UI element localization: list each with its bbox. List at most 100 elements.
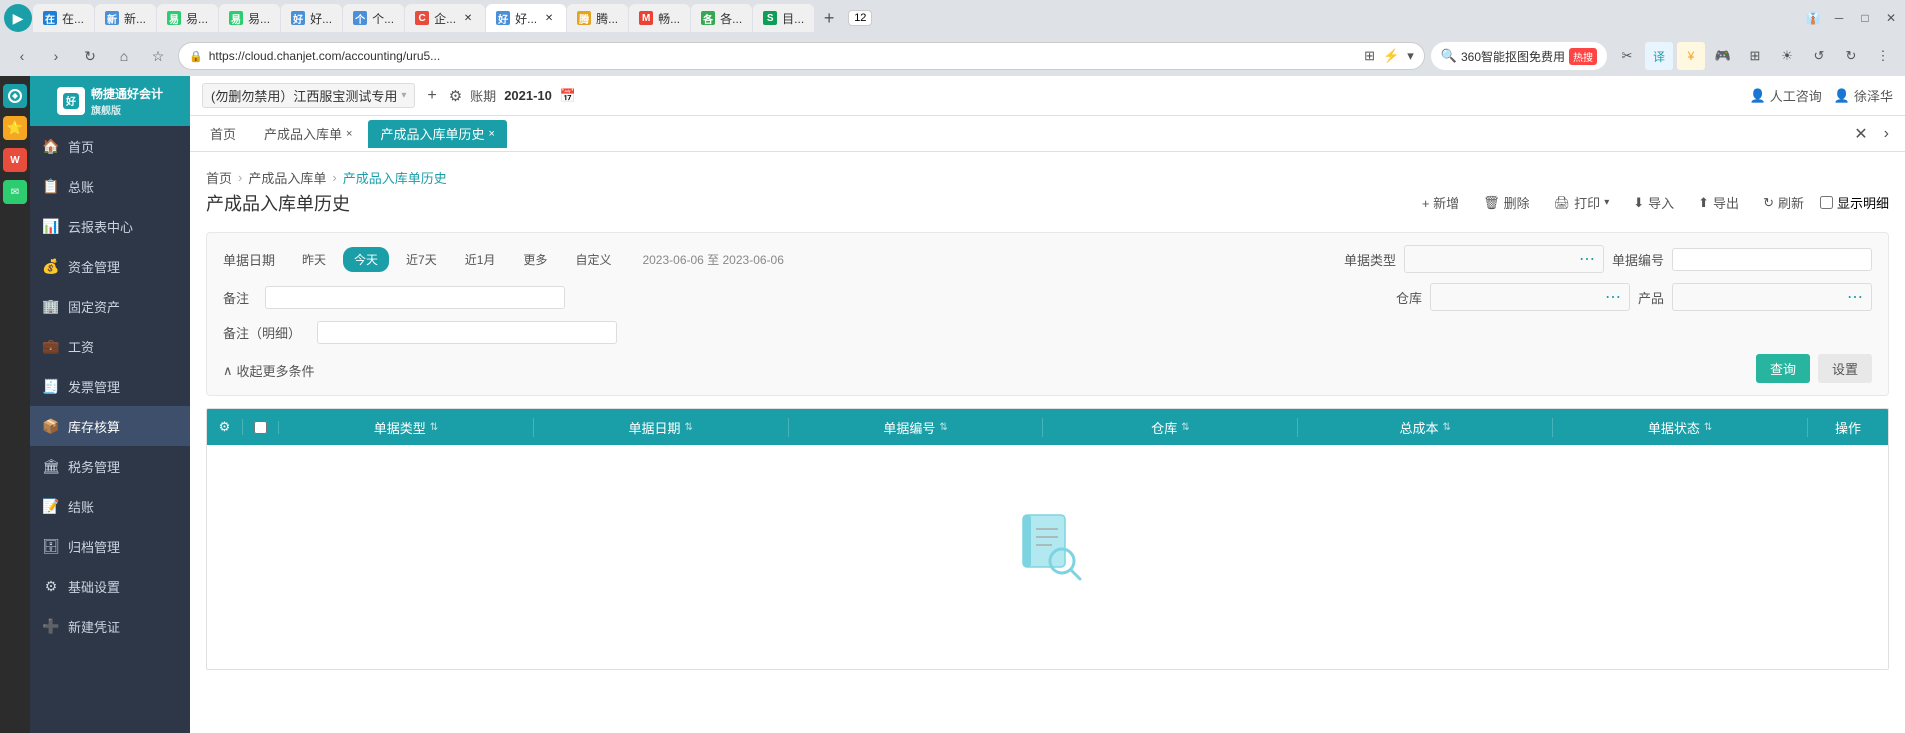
settings-button[interactable]: ⚙: [449, 87, 462, 105]
home-button[interactable]: ⌂: [110, 42, 138, 70]
new-tab-button[interactable]: +: [815, 4, 843, 32]
date-7days[interactable]: 近7天: [395, 247, 448, 272]
type-select[interactable]: ⋯: [1404, 245, 1604, 273]
tab-yi1[interactable]: 易 易...: [157, 4, 218, 32]
date-1month[interactable]: 近1月: [454, 247, 507, 272]
filter-settings-button[interactable]: 设置: [1818, 354, 1872, 383]
chevron-down-icon[interactable]: ▾: [1407, 48, 1414, 64]
add-company-button[interactable]: +: [423, 87, 440, 105]
date-more[interactable]: 更多: [512, 247, 558, 272]
minimize-button[interactable]: ─: [1829, 8, 1849, 28]
note-filter-input[interactable]: [265, 286, 565, 309]
warehouse-select[interactable]: ⋯: [1430, 283, 1630, 311]
scissors-icon[interactable]: ✂: [1613, 42, 1641, 70]
more-icon[interactable]: ⋮: [1869, 42, 1897, 70]
tab-close-8[interactable]: ✕: [542, 11, 556, 25]
display-checkbox[interactable]: [1820, 196, 1833, 209]
close-button[interactable]: ✕: [1881, 8, 1901, 28]
print-button[interactable]: 🖨 打印 ▾: [1546, 189, 1618, 216]
tab-hao2[interactable]: 好 好... ✕: [486, 4, 566, 32]
th-checkbox[interactable]: [243, 421, 279, 434]
collapse-button[interactable]: ∧ 收起更多条件: [223, 361, 315, 380]
sidebar-item-tax[interactable]: 🏛 税务管理: [30, 446, 190, 486]
theme-icon[interactable]: ☀: [1773, 42, 1801, 70]
rotate-right-icon[interactable]: ↻: [1837, 42, 1865, 70]
panel-chevron-icon[interactable]: ›: [1876, 125, 1897, 143]
type-more-btn[interactable]: ⋯: [1579, 249, 1595, 269]
tab-mu[interactable]: S 目...: [753, 4, 814, 32]
tab-chang[interactable]: M 畅...: [629, 4, 690, 32]
breadcrumb-home[interactable]: 首页: [206, 168, 232, 187]
tab-ge2[interactable]: 各 各...: [691, 4, 752, 32]
page-tab-list[interactable]: 产成品入库单 ×: [252, 120, 364, 148]
shirt-icon[interactable]: 👔: [1803, 8, 1823, 28]
grid-icon[interactable]: ⊞: [1364, 48, 1375, 64]
import-button[interactable]: ⬇ 导入: [1625, 189, 1682, 216]
layout-icon[interactable]: ⊞: [1741, 42, 1769, 70]
rotate-left-icon[interactable]: ↺: [1805, 42, 1833, 70]
panel-close-button[interactable]: ✕: [1846, 124, 1875, 144]
yuan-icon[interactable]: ¥: [1677, 42, 1705, 70]
sidebar-item-finance[interactable]: 💰 资金管理: [30, 246, 190, 286]
delete-button[interactable]: 🗑 删除: [1475, 189, 1538, 216]
user-avatar[interactable]: 👤 徐泽华: [1834, 86, 1893, 105]
export-button[interactable]: ⬆ 导出: [1690, 189, 1747, 216]
tab-hao1[interactable]: 好 好...: [281, 4, 342, 32]
th-status[interactable]: 单据状态 ⇅: [1553, 418, 1808, 437]
select-all-checkbox[interactable]: [254, 421, 267, 434]
tab-close-7[interactable]: ✕: [461, 11, 475, 25]
page-tab-list-close[interactable]: ×: [346, 128, 352, 140]
date-yesterday[interactable]: 昨天: [291, 247, 337, 272]
page-tab-history-close[interactable]: ×: [488, 128, 494, 140]
th-type[interactable]: 单据类型 ⇅: [279, 418, 534, 437]
tab-yi2[interactable]: 易 易...: [219, 4, 280, 32]
forward-button[interactable]: ›: [42, 42, 70, 70]
flash-icon[interactable]: ⚡: [1383, 48, 1399, 64]
weibo-icon[interactable]: W: [3, 148, 27, 172]
tab-teng[interactable]: 腾 腾...: [567, 4, 628, 32]
refresh-button[interactable]: ↻ 刷新: [1755, 189, 1812, 216]
maximize-button[interactable]: □: [1855, 8, 1875, 28]
page-tab-history[interactable]: 产成品入库单历史 ×: [368, 120, 506, 148]
query-button[interactable]: 查询: [1756, 354, 1810, 383]
game-icon[interactable]: 🎮: [1709, 42, 1737, 70]
sidebar-item-archive[interactable]: 🗄 归档管理: [30, 526, 190, 566]
sidebar-item-newbill[interactable]: ➕ 新建凭证: [30, 606, 190, 646]
back-button[interactable]: ‹: [8, 42, 36, 70]
breadcrumb-list[interactable]: 产成品入库单: [248, 168, 326, 187]
th-settings[interactable]: ⚙: [207, 419, 243, 435]
sidebar-item-invoice[interactable]: 🧾 发票管理: [30, 366, 190, 406]
product-select[interactable]: ⋯: [1672, 283, 1872, 311]
star-icon[interactable]: ⭐: [3, 116, 27, 140]
search-bar[interactable]: 🔍 360智能抠图免费用 热搜: [1431, 42, 1607, 70]
sidebar-item-home[interactable]: 🏠 首页: [30, 126, 190, 166]
tab-enterprise[interactable]: C 企... ✕: [405, 4, 485, 32]
mail-icon[interactable]: ✉: [3, 180, 27, 204]
translate-icon[interactable]: 译: [1645, 42, 1673, 70]
sidebar-item-fixed[interactable]: 🏢 固定资产: [30, 286, 190, 326]
page-tab-home[interactable]: 首页: [198, 120, 248, 148]
add-button[interactable]: + 新增: [1414, 189, 1467, 216]
sidebar-item-settings[interactable]: ⚙ 基础设置: [30, 566, 190, 606]
th-date[interactable]: 单据日期 ⇅: [534, 418, 789, 437]
user-service-button[interactable]: 👤 人工咨询: [1750, 86, 1822, 105]
chanjet-icon[interactable]: [3, 84, 27, 108]
sidebar-item-payroll[interactable]: 💼 工资: [30, 326, 190, 366]
sidebar-item-inventory[interactable]: 📦 库存核算: [30, 406, 190, 446]
sidebar-item-reports[interactable]: 📊 云报表中心: [30, 206, 190, 246]
th-number[interactable]: 单据编号 ⇅: [789, 418, 1044, 437]
back-circle[interactable]: ▶: [4, 4, 32, 32]
warehouse-more-btn[interactable]: ⋯: [1605, 287, 1621, 307]
date-today[interactable]: 今天: [343, 247, 389, 272]
tab-zaizai[interactable]: 在 在...: [33, 4, 94, 32]
product-more-btn[interactable]: ⋯: [1847, 287, 1863, 307]
note-detail-filter-input[interactable]: [317, 321, 617, 344]
reload-button[interactable]: ↻: [76, 42, 104, 70]
sidebar-item-ledger[interactable]: 📋 总账: [30, 166, 190, 206]
url-input[interactable]: 🔒 https://cloud.chanjet.com/accounting/u…: [178, 42, 1425, 70]
th-warehouse[interactable]: 仓库 ⇅: [1043, 418, 1298, 437]
sidebar-item-checkout[interactable]: 📝 结账: [30, 486, 190, 526]
bookmark-button[interactable]: ☆: [144, 42, 172, 70]
tab-ge[interactable]: 个 个...: [343, 4, 404, 32]
calendar-icon[interactable]: 📅: [560, 88, 576, 104]
